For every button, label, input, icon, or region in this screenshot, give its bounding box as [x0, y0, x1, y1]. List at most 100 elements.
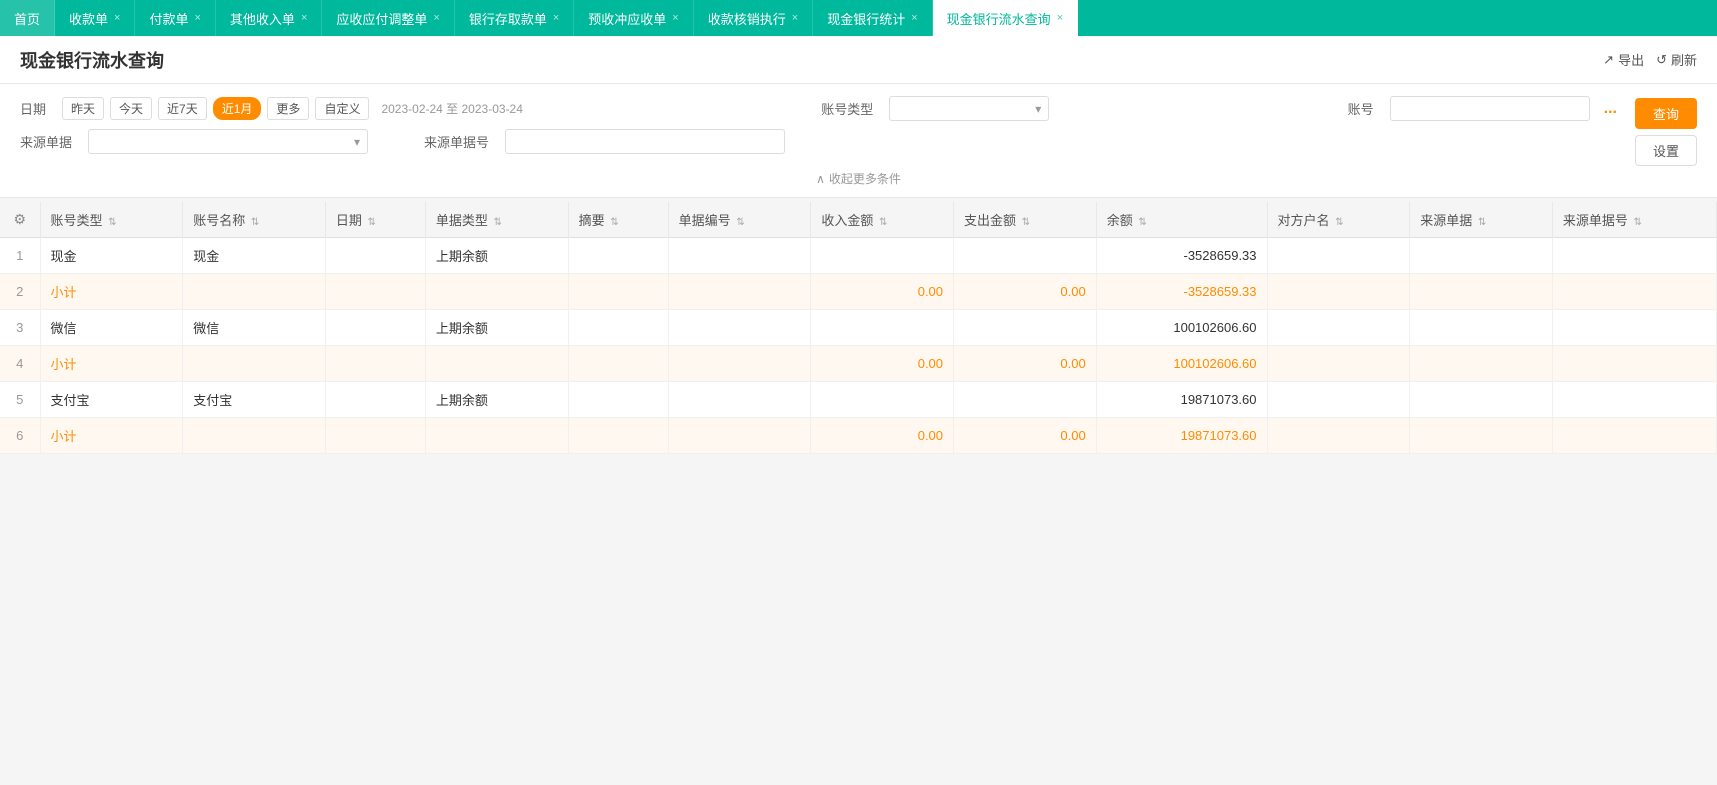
account-type-select[interactable]	[889, 96, 1049, 121]
col-header-income[interactable]: 收入金额 ⇅	[811, 202, 954, 238]
cell-doc_type	[425, 418, 568, 454]
query-button[interactable]: 查询	[1635, 98, 1697, 129]
col-header-source_doc_no[interactable]: 来源单据号 ⇅	[1552, 202, 1716, 238]
nav-tab-其他收入单[interactable]: 其他收入单 ×	[216, 0, 322, 36]
cell-seq: 6	[0, 418, 40, 454]
date-shortcuts: 昨天今天近7天近1月更多自定义	[62, 97, 369, 120]
collapse-up-icon: ∧	[816, 172, 825, 186]
nav-tab-应收应付调整单[interactable]: 应收应付调整单 ×	[322, 0, 454, 36]
page-header: 现金银行流水查询 ↗ 导出 ↺ 刷新	[0, 36, 1717, 84]
sort-icon: ⇅	[1022, 217, 1030, 228]
nav-home[interactable]: 首页	[0, 0, 55, 36]
cell-source_doc_no	[1552, 346, 1716, 382]
col-header-expense[interactable]: 支出金额 ⇅	[954, 202, 1097, 238]
date-shortcut-更多[interactable]: 更多	[267, 97, 309, 120]
date-shortcut-今天[interactable]: 今天	[110, 97, 152, 120]
cell-doc_type	[425, 274, 568, 310]
cell-doc_no	[668, 418, 811, 454]
cell-summary	[568, 346, 668, 382]
tab-close-icon[interactable]: ×	[1057, 12, 1063, 24]
col-header-doc_type[interactable]: 单据类型 ⇅	[425, 202, 568, 238]
col-header-source_doc[interactable]: 来源单据 ⇅	[1410, 202, 1553, 238]
cell-doc_type: 上期余额	[425, 382, 568, 418]
source-doc-select[interactable]	[88, 129, 368, 154]
source-doc-no-label: 来源单据号	[424, 132, 489, 151]
date-shortcut-昨天[interactable]: 昨天	[62, 97, 104, 120]
cell-balance: 19871073.60	[1096, 418, 1267, 454]
nav-tab-现金银行流水查询[interactable]: 现金银行流水查询 ×	[933, 0, 1078, 36]
header-actions: ↗ 导出 ↺ 刷新	[1603, 50, 1697, 69]
tab-close-icon[interactable]: ×	[301, 12, 307, 24]
collapse-row: ∧ 收起更多条件	[20, 166, 1697, 189]
account-input[interactable]	[1390, 96, 1590, 121]
cell-expense	[954, 382, 1097, 418]
table-row: 1现金现金上期余额-3528659.33	[0, 238, 1717, 274]
export-button[interactable]: ↗ 导出	[1603, 50, 1644, 69]
sort-icon: ⇅	[251, 217, 259, 228]
cell-income	[811, 382, 954, 418]
cell-account_type: 微信	[40, 310, 183, 346]
cell-doc_type: 上期余额	[425, 310, 568, 346]
col-header-balance[interactable]: 余额 ⇅	[1096, 202, 1267, 238]
cell-doc_type	[425, 346, 568, 382]
sort-icon: ⇅	[879, 217, 887, 228]
cell-source_doc_no	[1552, 274, 1716, 310]
cell-source_doc	[1410, 346, 1553, 382]
nav-tab-收款单[interactable]: 收款单 ×	[55, 0, 135, 36]
account-ellipsis-button[interactable]: ...	[1598, 100, 1623, 118]
cell-expense: 0.00	[954, 418, 1097, 454]
col-header-date[interactable]: 日期 ⇅	[325, 202, 425, 238]
tab-close-icon[interactable]: ×	[433, 12, 439, 24]
collapse-button[interactable]: ∧ 收起更多条件	[816, 170, 901, 187]
tab-close-icon[interactable]: ×	[194, 12, 200, 24]
tab-close-icon[interactable]: ×	[553, 12, 559, 24]
cell-balance: -3528659.33	[1096, 238, 1267, 274]
source-doc-no-input[interactable]	[505, 129, 785, 154]
nav-tab-现金银行统计[interactable]: 现金银行统计 ×	[813, 0, 932, 36]
tab-close-icon[interactable]: ×	[792, 12, 798, 24]
cell-counterpart	[1267, 238, 1410, 274]
gear-icon[interactable]: ⚙	[13, 211, 26, 227]
cell-expense	[954, 310, 1097, 346]
nav-tab-银行存取款单[interactable]: 银行存取款单 ×	[455, 0, 574, 36]
cell-expense	[954, 238, 1097, 274]
col-header-account_type[interactable]: 账号类型 ⇅	[40, 202, 183, 238]
cell-source_doc	[1410, 274, 1553, 310]
date-shortcut-自定义[interactable]: 自定义	[315, 97, 369, 120]
cell-balance: 100102606.60	[1096, 346, 1267, 382]
date-shortcut-近7天[interactable]: 近7天	[158, 97, 207, 120]
cell-income: 0.00	[811, 418, 954, 454]
tab-close-icon[interactable]: ×	[672, 12, 678, 24]
sort-icon: ⇅	[610, 217, 618, 228]
table-row: 6小计0.000.0019871073.60	[0, 418, 1717, 454]
cell-date	[325, 238, 425, 274]
refresh-button[interactable]: ↺ 刷新	[1656, 50, 1697, 69]
cell-counterpart	[1267, 310, 1410, 346]
cell-date	[325, 382, 425, 418]
cell-account_type: 支付宝	[40, 382, 183, 418]
col-header-doc_no[interactable]: 单据编号 ⇅	[668, 202, 811, 238]
sort-icon: ⇅	[108, 217, 116, 228]
col-header-settings[interactable]: ⚙	[0, 202, 40, 238]
table-header-row: ⚙ 账号类型 ⇅账号名称 ⇅日期 ⇅单据类型 ⇅摘要 ⇅单据编号 ⇅收入金额 ⇅支…	[0, 202, 1717, 238]
nav-tab-收款核销执行[interactable]: 收款核销执行 ×	[694, 0, 813, 36]
filter-row-2: 来源单据 来源单据号	[20, 129, 1623, 154]
date-range-text: 2023-02-24 至 2023-03-24	[381, 100, 522, 117]
col-header-counterpart[interactable]: 对方户名 ⇅	[1267, 202, 1410, 238]
nav-tab-预收冲应收单[interactable]: 预收冲应收单 ×	[574, 0, 693, 36]
cell-account_name: 微信	[183, 310, 326, 346]
col-header-account_name[interactable]: 账号名称 ⇅	[183, 202, 326, 238]
date-shortcut-近1月[interactable]: 近1月	[213, 97, 262, 120]
cell-expense: 0.00	[954, 346, 1097, 382]
sort-icon: ⇅	[494, 217, 502, 228]
filter-row-1: 日期 昨天今天近7天近1月更多自定义 2023-02-24 至 2023-03-…	[20, 96, 1623, 121]
sort-icon: ⇅	[736, 217, 744, 228]
settings-button[interactable]: 设置	[1635, 135, 1697, 166]
cell-doc_no	[668, 310, 811, 346]
account-type-select-wrapper	[889, 96, 1049, 121]
tab-close-icon[interactable]: ×	[911, 12, 917, 24]
tab-close-icon[interactable]: ×	[114, 12, 120, 24]
nav-tab-付款单[interactable]: 付款单 ×	[135, 0, 215, 36]
col-header-summary[interactable]: 摘要 ⇅	[568, 202, 668, 238]
cell-account_type: 现金	[40, 238, 183, 274]
